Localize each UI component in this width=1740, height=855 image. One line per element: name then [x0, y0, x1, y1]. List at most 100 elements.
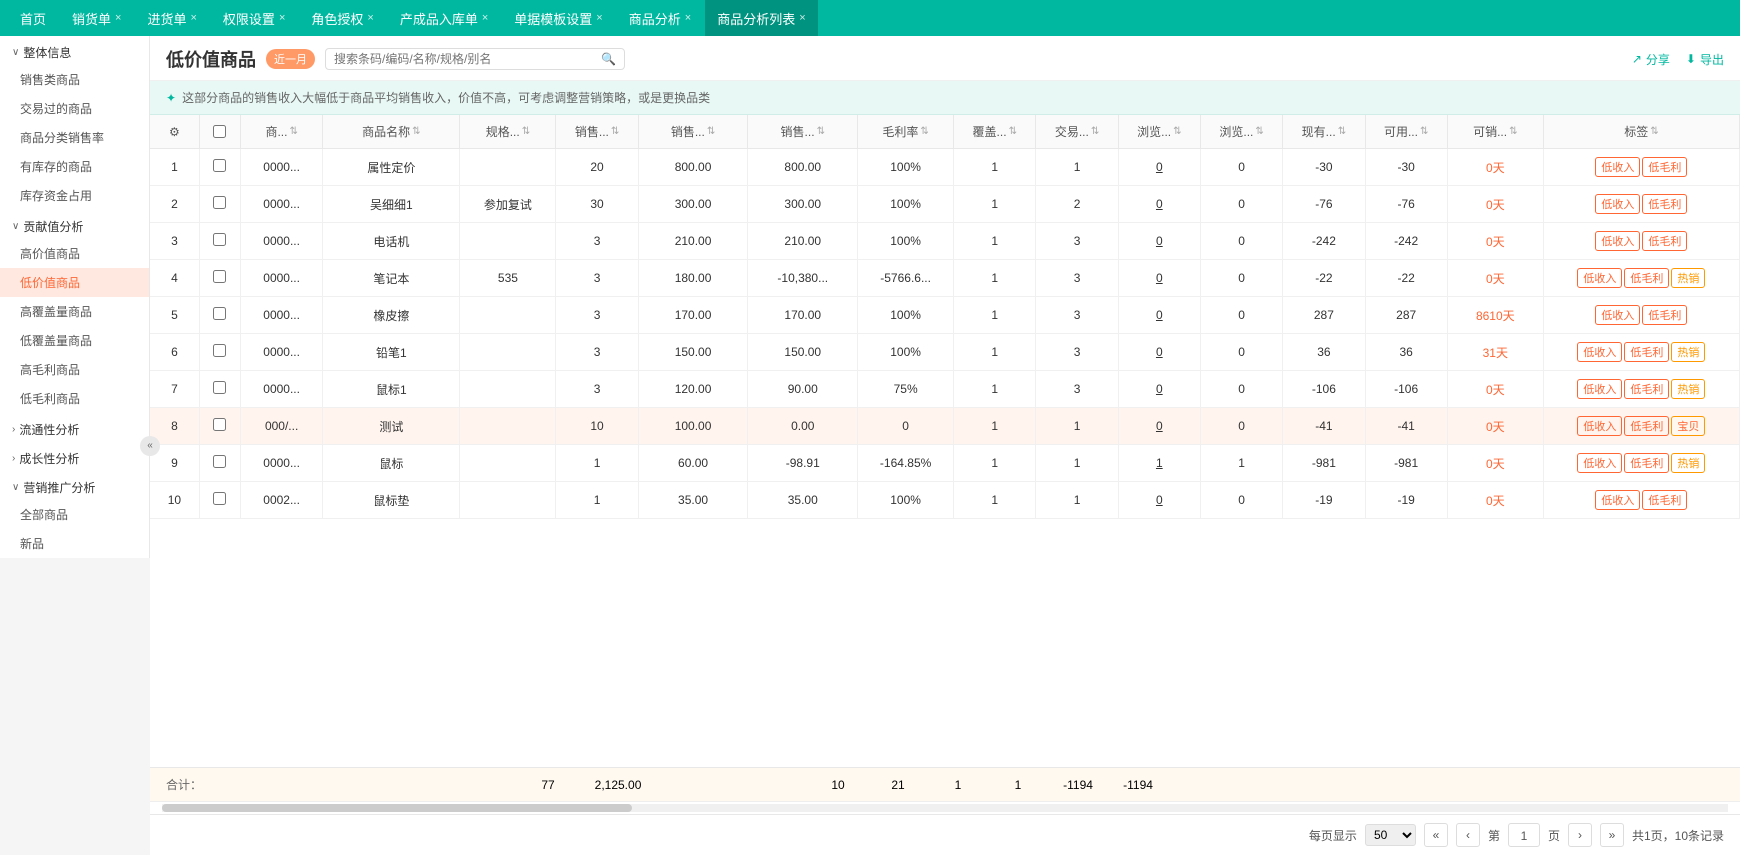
sidebar-item-low-value[interactable]: 低价值商品: [0, 268, 149, 297]
sidebar-item-low-margin[interactable]: 低毛利商品: [0, 384, 149, 413]
row-checkbox[interactable]: [213, 307, 226, 320]
row-checkbox-cell[interactable]: [199, 260, 240, 297]
nav-item-roles[interactable]: 角色授权 ×: [299, 0, 385, 36]
browse-link[interactable]: 1: [1156, 456, 1163, 470]
col-name[interactable]: 商品名称⇅: [323, 115, 460, 149]
nav-item-analysis-list[interactable]: 商品分析列表 ×: [705, 0, 817, 36]
row-tags: 低收入低毛利: [1543, 186, 1739, 223]
browse-link[interactable]: 0: [1156, 308, 1163, 322]
sidebar-group-contribution[interactable]: ∨ 贡献值分析: [0, 210, 149, 239]
col-sales-amt[interactable]: 销售...⇅: [638, 115, 748, 149]
sidebar-item-sales-products[interactable]: 销售类商品: [0, 65, 149, 94]
row-checkbox[interactable]: [213, 455, 226, 468]
sidebar-item-low-coverage[interactable]: 低覆盖量商品: [0, 326, 149, 355]
row-available: -981: [1365, 445, 1447, 482]
next-page-button[interactable]: ›: [1568, 823, 1592, 847]
table-wrapper[interactable]: ⚙ 商...⇅ 商品名称⇅ 规: [150, 115, 1740, 767]
share-button[interactable]: ↗ 分享: [1632, 51, 1670, 68]
row-browse1[interactable]: 0: [1118, 297, 1200, 334]
col-settings[interactable]: ⚙: [150, 115, 199, 149]
col-code[interactable]: 商...⇅: [241, 115, 323, 149]
col-spec[interactable]: 规格...⇅: [460, 115, 556, 149]
first-page-button[interactable]: «: [1424, 823, 1448, 847]
browse-link[interactable]: 0: [1156, 234, 1163, 248]
sidebar-group-growth[interactable]: › 成长性分析: [0, 442, 149, 471]
sidebar-item-stocked-products[interactable]: 有库存的商品: [0, 152, 149, 181]
browse-link[interactable]: 0: [1156, 271, 1163, 285]
row-checkbox-cell[interactable]: [199, 334, 240, 371]
browse-link[interactable]: 0: [1156, 160, 1163, 174]
row-browse1[interactable]: 0: [1118, 371, 1200, 408]
last-page-button[interactable]: »: [1600, 823, 1624, 847]
footer-label: 合计：: [166, 776, 202, 793]
sidebar-item-new-products[interactable]: 新品: [0, 529, 149, 558]
nav-item-purchase[interactable]: 进货单 ×: [135, 0, 208, 36]
row-checkbox-cell[interactable]: [199, 223, 240, 260]
row-checkbox-cell[interactable]: [199, 371, 240, 408]
sidebar-item-traded-products[interactable]: 交易过的商品: [0, 94, 149, 123]
col-trade[interactable]: 交易...⇅: [1036, 115, 1118, 149]
sidebar-item-high-margin[interactable]: 高毛利商品: [0, 355, 149, 384]
per-page-select[interactable]: 50 100 200: [1365, 824, 1416, 846]
row-checkbox-cell[interactable]: [199, 186, 240, 223]
nav-item-permissions[interactable]: 权限设置 ×: [211, 0, 297, 36]
row-browse1[interactable]: 0: [1118, 149, 1200, 186]
row-checkbox[interactable]: [213, 233, 226, 246]
col-coverage[interactable]: 覆盖...⇅: [954, 115, 1036, 149]
row-checkbox[interactable]: [213, 159, 226, 172]
row-browse1[interactable]: 0: [1118, 334, 1200, 371]
row-checkbox[interactable]: [213, 196, 226, 209]
browse-link[interactable]: 0: [1156, 419, 1163, 433]
row-checkbox[interactable]: [213, 270, 226, 283]
col-browse2[interactable]: 浏览...⇅: [1200, 115, 1282, 149]
col-sales-qty[interactable]: 销售...⇅: [556, 115, 638, 149]
nav-item-analysis[interactable]: 商品分析 ×: [617, 0, 703, 36]
row-browse1[interactable]: 0: [1118, 186, 1200, 223]
col-sales-price[interactable]: 销售...⇅: [748, 115, 858, 149]
row-checkbox[interactable]: [213, 344, 226, 357]
row-browse1[interactable]: 0: [1118, 408, 1200, 445]
browse-link[interactable]: 0: [1156, 382, 1163, 396]
collapse-sidebar-button[interactable]: «: [140, 436, 160, 456]
col-checkbox[interactable]: [199, 115, 240, 149]
row-browse1[interactable]: 0: [1118, 260, 1200, 297]
row-checkbox-cell[interactable]: [199, 297, 240, 334]
select-all-checkbox[interactable]: [213, 125, 226, 138]
row-checkbox[interactable]: [213, 492, 226, 505]
sidebar-item-all-products[interactable]: 全部商品: [0, 500, 149, 529]
sidebar-item-high-value[interactable]: 高价值商品: [0, 239, 149, 268]
nav-item-templates[interactable]: 单据模板设置 ×: [502, 0, 614, 36]
row-sales-qty: 3: [556, 297, 638, 334]
row-checkbox-cell[interactable]: [199, 482, 240, 519]
col-stock[interactable]: 现有...⇅: [1283, 115, 1365, 149]
sidebar-item-stock-capital[interactable]: 库存资金占用: [0, 181, 149, 210]
row-checkbox[interactable]: [213, 418, 226, 431]
row-checkbox-cell[interactable]: [199, 445, 240, 482]
time-filter-tag[interactable]: 近一月: [266, 49, 315, 69]
col-available[interactable]: 可用...⇅: [1365, 115, 1447, 149]
sidebar-group-overall[interactable]: ∨ 整体信息: [0, 36, 149, 65]
nav-item-sales[interactable]: 销货单 ×: [60, 0, 133, 36]
browse-link[interactable]: 0: [1156, 345, 1163, 359]
row-browse1[interactable]: 1: [1118, 445, 1200, 482]
row-browse1[interactable]: 0: [1118, 223, 1200, 260]
prev-page-button[interactable]: ‹: [1456, 823, 1480, 847]
browse-link[interactable]: 0: [1156, 493, 1163, 507]
col-margin[interactable]: 毛利率⇅: [858, 115, 954, 149]
nav-item-home[interactable]: 首页: [8, 0, 58, 36]
browse-link[interactable]: 0: [1156, 197, 1163, 211]
sidebar-group-marketing[interactable]: ∨ 营销推广分析: [0, 471, 149, 500]
row-checkbox-cell[interactable]: [199, 408, 240, 445]
sidebar-item-category-sales-rate[interactable]: 商品分类销售率: [0, 123, 149, 152]
export-button[interactable]: ⬇ 导出: [1686, 51, 1724, 68]
sidebar-item-high-coverage[interactable]: 高覆盖量商品: [0, 297, 149, 326]
row-checkbox-cell[interactable]: [199, 149, 240, 186]
col-browse1[interactable]: 浏览...⇅: [1118, 115, 1200, 149]
search-input[interactable]: [334, 52, 601, 66]
col-sellable[interactable]: 可销...⇅: [1447, 115, 1543, 149]
row-browse1[interactable]: 0: [1118, 482, 1200, 519]
sidebar-group-liquidity[interactable]: › 流通性分析: [0, 413, 149, 442]
nav-item-products[interactable]: 产成品入库单 ×: [388, 0, 500, 36]
col-tags[interactable]: 标签⇅: [1543, 115, 1739, 149]
row-checkbox[interactable]: [213, 381, 226, 394]
